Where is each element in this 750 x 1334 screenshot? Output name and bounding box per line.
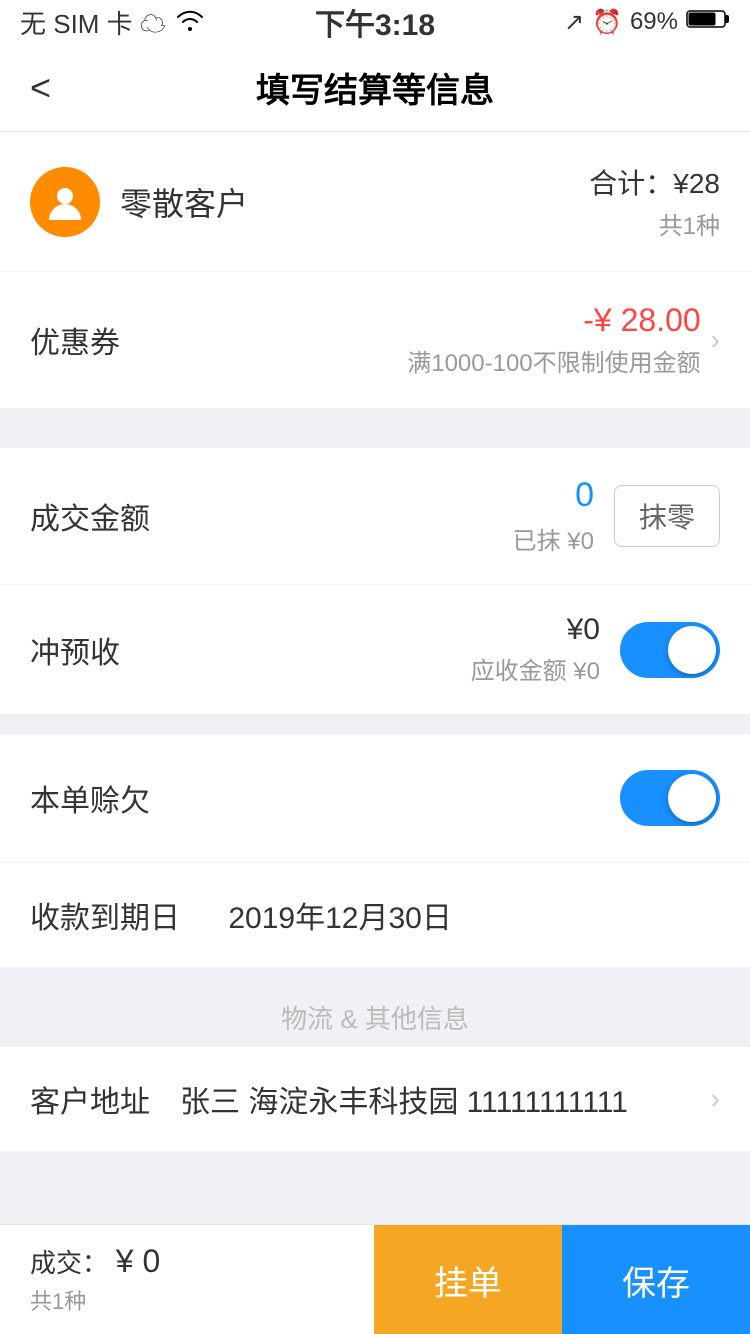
bottom-count: 共1种 xyxy=(30,1284,344,1316)
deal-amount-rounded: 已抹 ¥0 xyxy=(513,521,594,556)
credit-toggle[interactable] xyxy=(620,770,720,826)
prepay-row: 冲预收 ¥0 应收金额 ¥0 xyxy=(0,584,750,714)
credit-section: 本单赊欠 收款到期日 2019年12月30日 xyxy=(0,734,750,967)
status-bar: 无 SIM 卡 ☁ 下午3:18 ↗ ⏰ 69% xyxy=(0,0,750,44)
address-section: 客户地址 张三 海淀永丰科技园 11111111111 › xyxy=(0,1047,750,1151)
logistics-label: 物流 & 其他信息 xyxy=(281,999,469,1036)
hold-button-label: 挂单 xyxy=(434,1256,502,1305)
due-date-value: 2019年12月30日 xyxy=(228,902,451,935)
prepay-receivable: 应收金额 ¥0 xyxy=(471,651,600,686)
amount-section: 成交金额 0 已抹 ¥0 抹零 xyxy=(0,448,750,584)
back-button[interactable]: < xyxy=(30,67,51,109)
sim-status: 无 SIM 卡 ☁ xyxy=(20,4,166,41)
prepay-label: 冲预收 xyxy=(30,628,120,672)
coupon-label: 优惠券 xyxy=(30,318,120,362)
credit-row: 本单赊欠 xyxy=(0,734,750,862)
bottom-bar: 成交： ¥ 0 共1种 挂单 保存 xyxy=(0,1224,750,1334)
customer-avatar xyxy=(30,167,100,237)
nav-bar: < 填写结算等信息 xyxy=(0,44,750,132)
address-row[interactable]: 客户地址 张三 海淀永丰科技园 11111111111 › xyxy=(0,1047,750,1151)
status-left: 无 SIM 卡 ☁ xyxy=(20,4,204,41)
address-label: 客户地址 xyxy=(30,1077,150,1121)
prepay-value: ¥0 xyxy=(471,613,600,647)
prepay-amount-info: ¥0 应收金额 ¥0 xyxy=(471,613,600,686)
prepay-toggle[interactable] xyxy=(620,622,720,678)
prepay-right: ¥0 应收金额 ¥0 xyxy=(471,613,720,686)
customer-count: 共1种 xyxy=(589,206,720,241)
customer-row: 零散客户 合计：¥28 共1种 xyxy=(0,132,750,271)
nav-title: 填写结算等信息 xyxy=(256,63,494,112)
bottom-deal-label: 成交： xyxy=(30,1248,108,1278)
coupon-row[interactable]: 优惠券 -¥ 28.00 满1000-100不限制使用金额 › xyxy=(0,271,750,408)
credit-label: 本单赊欠 xyxy=(30,776,150,820)
due-date-label: 收款到期日 xyxy=(30,902,180,935)
customer-section: 零散客户 合计：¥28 共1种 优惠券 -¥ 28.00 满1000-100不限… xyxy=(0,132,750,408)
address-value: 张三 海淀永丰科技园 11111111111 xyxy=(180,1077,628,1121)
deal-amount-right: 0 已抹 ¥0 抹零 xyxy=(513,476,720,556)
due-date-row: 收款到期日 2019年12月30日 xyxy=(0,862,750,967)
coupon-discount: -¥ 28.00 xyxy=(407,302,700,339)
section-divider-1 xyxy=(0,428,750,448)
customer-total-info: 合计：¥28 共1种 xyxy=(589,162,720,241)
customer-name: 零散客户 xyxy=(120,179,248,225)
wifi-icon xyxy=(176,7,204,38)
battery-icon xyxy=(686,8,730,37)
status-right: ↗ ⏰ 69% xyxy=(564,8,730,37)
save-button-label: 保存 xyxy=(622,1256,690,1305)
coupon-info: -¥ 28.00 满1000-100不限制使用金额 xyxy=(407,302,700,378)
round-zero-button[interactable]: 抹零 xyxy=(614,485,720,547)
alarm-icon: ⏰ xyxy=(592,8,622,37)
deal-amount-label: 成交金额 xyxy=(30,494,150,538)
hold-button[interactable]: 挂单 xyxy=(374,1225,562,1334)
credit-toggle-knob xyxy=(668,774,716,822)
coupon-right: -¥ 28.00 满1000-100不限制使用金额 › xyxy=(407,302,720,378)
battery-percent: 69% xyxy=(630,8,678,36)
customer-total: 合计：¥28 xyxy=(589,162,720,202)
bottom-summary: 成交： ¥ 0 共1种 xyxy=(0,1225,374,1334)
address-chevron-icon: › xyxy=(711,1083,720,1115)
toggle-knob xyxy=(668,626,716,674)
customer-info: 零散客户 xyxy=(30,167,248,237)
address-content: 客户地址 张三 海淀永丰科技园 11111111111 xyxy=(30,1077,628,1121)
save-button[interactable]: 保存 xyxy=(562,1225,750,1334)
chevron-right-icon: › xyxy=(711,324,720,356)
logistics-divider: 物流 & 其他信息 xyxy=(0,987,750,1047)
section-divider-2 xyxy=(0,714,750,734)
deal-amount-value: 0 xyxy=(575,476,594,514)
location-icon: ↗ xyxy=(564,8,584,37)
coupon-description: 满1000-100不限制使用金额 xyxy=(407,343,700,378)
bottom-deal-line: 成交： ¥ 0 xyxy=(30,1243,344,1280)
deal-amount-row: 成交金额 0 已抹 ¥0 抹零 xyxy=(30,448,720,584)
bottom-deal-amount: ¥ 0 xyxy=(116,1243,160,1279)
status-time: 下午3:18 xyxy=(315,0,435,44)
